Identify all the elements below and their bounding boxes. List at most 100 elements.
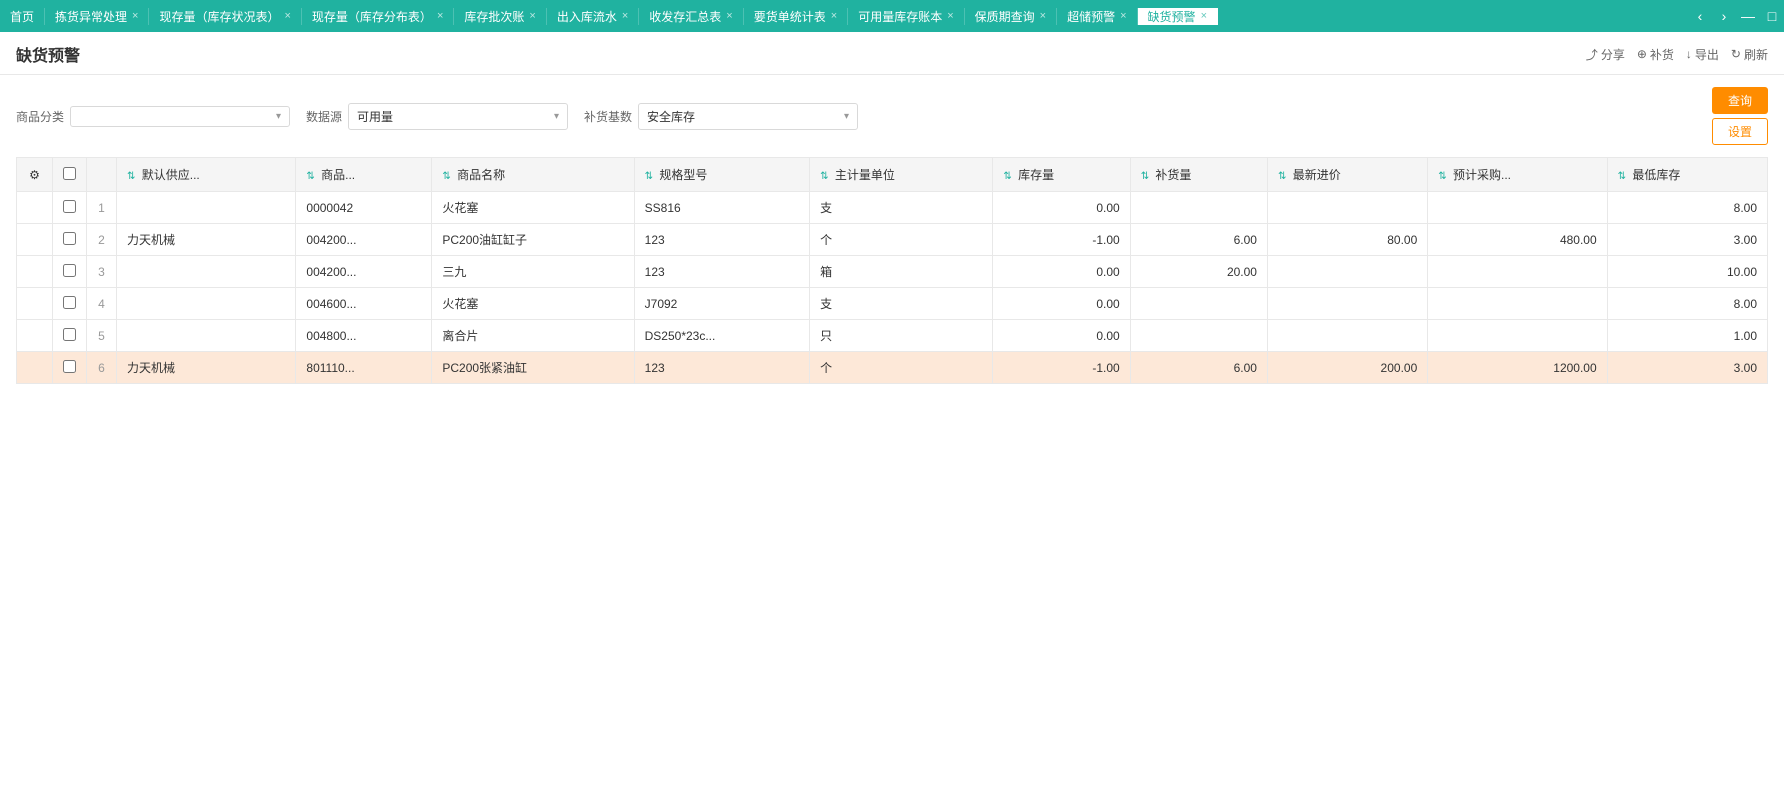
query-button[interactable]: 查询 — [1712, 87, 1768, 114]
table-row[interactable]: 6 力天机械 801110... PC200张紧油缸 123 个 -1.00 6… — [17, 352, 1768, 384]
tab-close-7[interactable]: × — [831, 10, 837, 22]
replenish-button[interactable]: ⊕ 补货 — [1637, 46, 1674, 63]
datasource-arrow-icon: ▾ — [554, 111, 559, 122]
tab-item-5[interactable]: 出入库流水× — [547, 8, 639, 25]
tab-close-3[interactable]: × — [437, 10, 443, 22]
tab-bar-inner: 首页拣货异常处理×现存量（库存状况表）×现存量（库存分布表）×库存批次账×出入库… — [0, 8, 1688, 25]
row-min-stock-1: 3.00 — [1607, 224, 1767, 256]
tab-item-10[interactable]: 超储预警 × — [1057, 8, 1137, 25]
row-checkbox-2[interactable] — [63, 264, 76, 277]
tab-item-4[interactable]: 库存批次账× — [454, 8, 546, 25]
table-row[interactable]: 4 004600... 火花塞 J7092 支 0.00 8.00 — [17, 288, 1768, 320]
category-arrow-icon: ▾ — [276, 111, 281, 122]
row-goods-code-3: 004600... — [296, 288, 432, 320]
row-latest-price-0 — [1267, 192, 1427, 224]
col-goods-code[interactable]: ⇅ 商品... — [296, 158, 432, 192]
tab-item-0[interactable]: 首页 — [0, 8, 45, 25]
refresh-button[interactable]: ↻ 刷新 — [1731, 46, 1768, 63]
tab-prev-btn[interactable]: ‹ — [1688, 0, 1712, 32]
tab-close-10[interactable]: × — [1120, 10, 1126, 22]
col-goods-name[interactable]: ⇅ 商品名称 — [432, 158, 634, 192]
tab-next-btn[interactable]: › — [1712, 0, 1736, 32]
category-select[interactable]: ▾ — [70, 106, 290, 127]
col-checkbox[interactable] — [53, 158, 87, 192]
table-row[interactable]: 3 004200... 三九 123 箱 0.00 20.00 10.00 — [17, 256, 1768, 288]
row-supplier-2 — [117, 256, 296, 288]
row-checkbox-0[interactable] — [63, 200, 76, 213]
row-goods-code-0: 0000042 — [296, 192, 432, 224]
row-gear-cell-4 — [17, 320, 53, 352]
row-checkbox-4[interactable] — [63, 328, 76, 341]
tab-item-1[interactable]: 拣货异常处理× — [45, 8, 149, 25]
row-goods-name-3: 火花塞 — [432, 288, 634, 320]
col-min-stock[interactable]: ⇅ 最低库存 — [1607, 158, 1767, 192]
row-supplier-1: 力天机械 — [117, 224, 296, 256]
tab-item-8[interactable]: 可用量库存账本 × — [848, 8, 964, 25]
tab-minimize-btn[interactable]: — — [1736, 0, 1760, 32]
row-checkbox-cell-2[interactable] — [53, 256, 87, 288]
replenish-select[interactable]: 安全库存 ▾ — [638, 103, 858, 130]
row-checkbox-cell-3[interactable] — [53, 288, 87, 320]
col-stock[interactable]: ⇅ 库存量 — [993, 158, 1130, 192]
tab-close-6[interactable]: × — [726, 10, 732, 22]
col-spec[interactable]: ⇅ 规格型号 — [634, 158, 810, 192]
datasource-filter-group: 数据源 可用量 ▾ — [306, 103, 568, 130]
col-est-purchase-label: 预计采购... — [1453, 168, 1511, 182]
row-checkbox-5[interactable] — [63, 360, 76, 373]
col-est-purchase[interactable]: ⇅ 预计采购... — [1428, 158, 1607, 192]
row-spec-5: 123 — [634, 352, 810, 384]
row-checkbox-cell-5[interactable] — [53, 352, 87, 384]
tab-close-11[interactable]: × — [1201, 10, 1207, 22]
export-button[interactable]: ↓ 导出 — [1686, 46, 1719, 63]
tab-item-2[interactable]: 现存量（库存状况表）× — [149, 8, 301, 25]
row-goods-code-5: 801110... — [296, 352, 432, 384]
replenish-arrow-icon: ▾ — [844, 111, 849, 122]
row-no-2: 3 — [87, 256, 117, 288]
table-row[interactable]: 1 0000042 火花塞 SS816 支 0.00 8.00 — [17, 192, 1768, 224]
col-supplier[interactable]: ⇅ 默认供应... — [117, 158, 296, 192]
tab-fullscreen-btn[interactable]: □ — [1760, 0, 1784, 32]
tab-close-4[interactable]: × — [529, 10, 535, 22]
row-checkbox-3[interactable] — [63, 296, 76, 309]
row-checkbox-cell-1[interactable] — [53, 224, 87, 256]
row-checkbox-cell-4[interactable] — [53, 320, 87, 352]
col-gear[interactable]: ⚙ — [17, 158, 53, 192]
tab-label-10: 超储预警 — [1067, 8, 1115, 25]
col-min-stock-label: 最低库存 — [1632, 168, 1680, 182]
table-row[interactable]: 2 力天机械 004200... PC200油缸缸子 123 个 -1.00 6… — [17, 224, 1768, 256]
tab-close-8[interactable]: × — [947, 10, 953, 22]
row-checkbox-1[interactable] — [63, 232, 76, 245]
tab-close-1[interactable]: × — [132, 10, 138, 22]
tab-item-6[interactable]: 收发存汇总表 × — [639, 8, 743, 25]
tab-close-5[interactable]: × — [622, 10, 628, 22]
refresh-icon: ↻ — [1731, 47, 1741, 61]
row-latest-price-3 — [1267, 288, 1427, 320]
replenish-filter-group: 补货基数 安全库存 ▾ — [584, 103, 858, 130]
datasource-select[interactable]: 可用量 ▾ — [348, 103, 568, 130]
sort-unit-icon: ⇅ — [820, 171, 828, 182]
tab-item-7[interactable]: 要货单统计表× — [744, 8, 848, 25]
tab-item-9[interactable]: 保质期查询× — [965, 8, 1057, 25]
col-replenish[interactable]: ⇅ 补货量 — [1130, 158, 1267, 192]
tab-label-11: 缺货预警 — [1148, 8, 1196, 25]
page-content: 缺货预警 ⤴ 分享 ⊕ 补货 ↓ 导出 ↻ 刷新 商品分类 — [0, 32, 1784, 796]
tab-close-9[interactable]: × — [1040, 10, 1046, 22]
col-unit-label: 主计量单位 — [835, 168, 895, 182]
col-unit[interactable]: ⇅ 主计量单位 — [810, 158, 993, 192]
row-min-stock-3: 8.00 — [1607, 288, 1767, 320]
page-header: 缺货预警 ⤴ 分享 ⊕ 补货 ↓ 导出 ↻ 刷新 — [0, 32, 1784, 75]
tab-label-8: 可用量库存账本 — [858, 8, 942, 25]
row-unit-5: 个 — [810, 352, 993, 384]
col-latest-price[interactable]: ⇅ 最新进价 — [1267, 158, 1427, 192]
tab-close-2[interactable]: × — [284, 10, 290, 22]
export-icon: ↓ — [1686, 47, 1692, 61]
row-min-stock-0: 8.00 — [1607, 192, 1767, 224]
setting-button[interactable]: 设置 — [1712, 118, 1768, 145]
row-checkbox-cell-0[interactable] — [53, 192, 87, 224]
tab-label-6: 收发存汇总表 — [649, 8, 721, 25]
select-all-checkbox[interactable] — [63, 167, 76, 180]
table-row[interactable]: 5 004800... 离合片 DS250*23c... 只 0.00 1.00 — [17, 320, 1768, 352]
tab-item-3[interactable]: 现存量（库存分布表）× — [302, 8, 454, 25]
tab-item-11[interactable]: 缺货预警 × — [1138, 8, 1218, 25]
share-button[interactable]: ⤴ 分享 — [1586, 46, 1625, 63]
